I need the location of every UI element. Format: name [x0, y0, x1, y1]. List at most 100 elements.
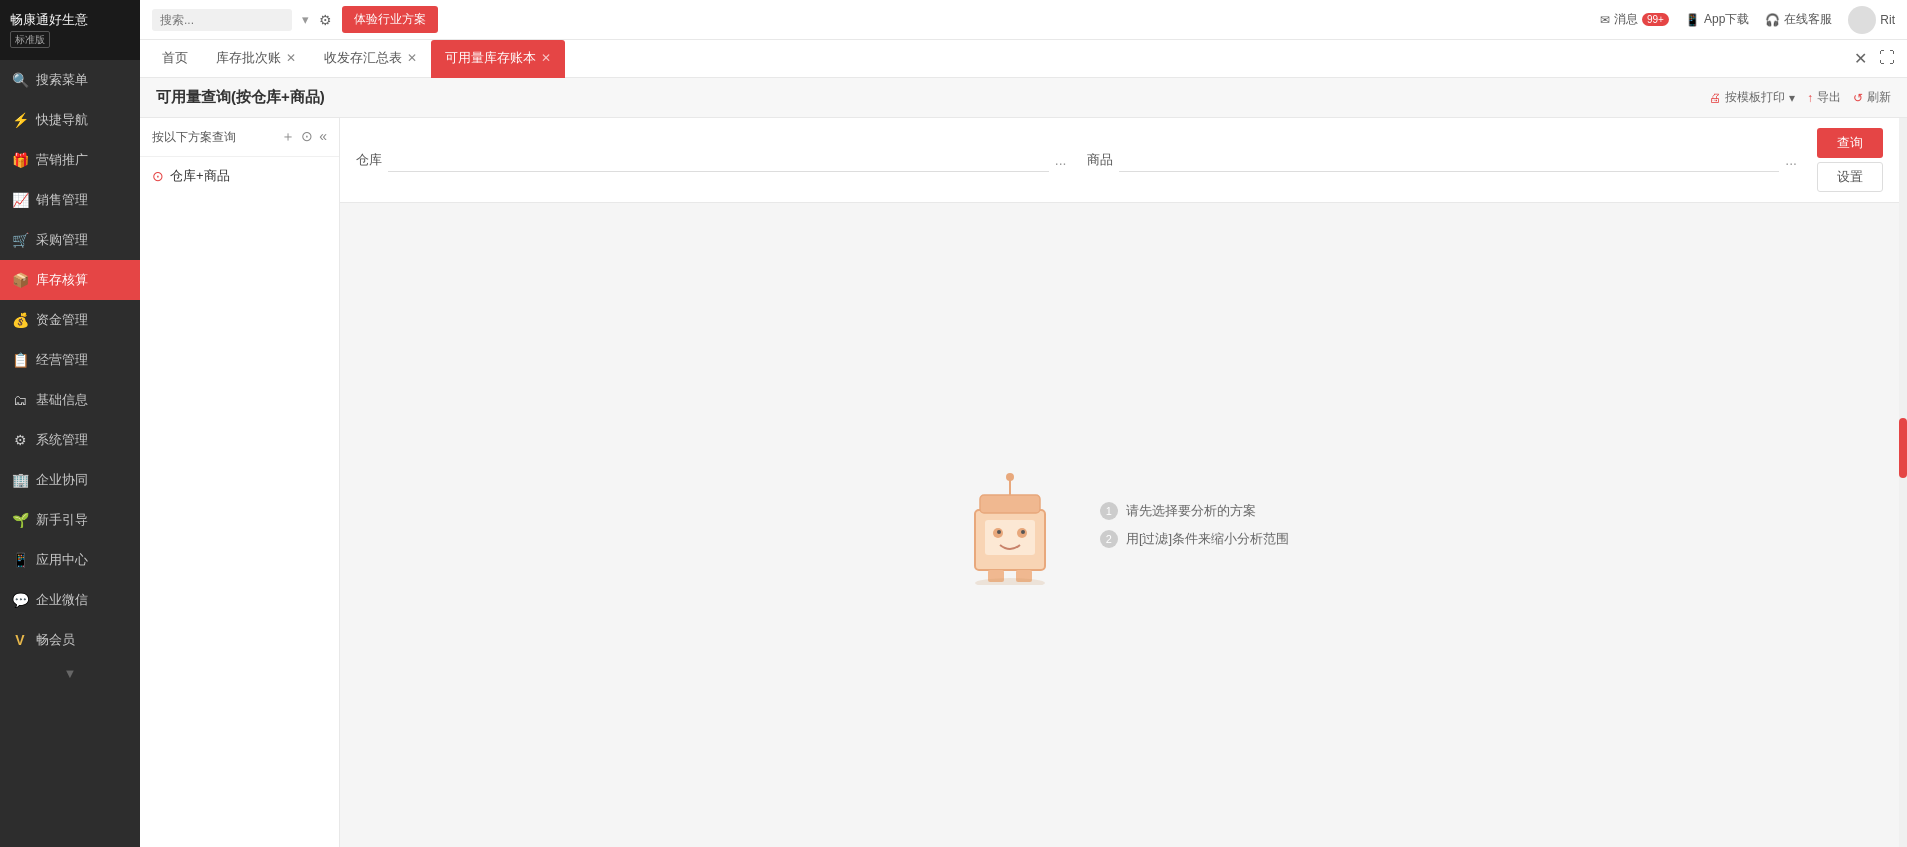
tab-close-icon[interactable]: ✕	[286, 52, 296, 64]
export-label: 导出	[1817, 89, 1841, 106]
sidebar-item-label: 销售管理	[36, 191, 88, 209]
svg-point-5	[1021, 530, 1025, 534]
app-download-item[interactable]: 📱 App下载	[1685, 11, 1749, 28]
sidebar-item-sales[interactable]: 📈 销售管理	[0, 180, 140, 220]
sidebar-item-label: 搜索菜单	[36, 71, 88, 89]
avatar	[1848, 6, 1876, 34]
sidebar-item-system[interactable]: ⚙ 系统管理	[0, 420, 140, 460]
sidebar-item-inventory[interactable]: 📦 库存核算	[0, 260, 140, 300]
app-name: 畅康通好生意	[10, 12, 130, 29]
svg-point-4	[997, 530, 1001, 534]
warehouse-input[interactable]	[388, 149, 1049, 172]
online-service-item[interactable]: 🎧 在线客服	[1765, 11, 1832, 28]
sidebar-item-enterprise[interactable]: 🏢 企业协同	[0, 460, 140, 500]
trial-button[interactable]: 体验行业方案	[342, 6, 438, 33]
tab-batch-account[interactable]: 库存批次账 ✕	[202, 40, 310, 78]
refresh-button[interactable]: ↺ 刷新	[1853, 89, 1891, 106]
empty-illustration	[950, 465, 1070, 585]
sidebar-item-finance[interactable]: 💰 资金管理	[0, 300, 140, 340]
tip-number-1: 1	[1100, 502, 1118, 520]
export-button[interactable]: ↑ 导出	[1807, 89, 1841, 106]
product-input[interactable]	[1119, 149, 1780, 172]
sidebar-item-member[interactable]: V 畅会员	[0, 620, 140, 660]
sidebar-item-newbie[interactable]: 🌱 新手引导	[0, 500, 140, 540]
export-icon: ↑	[1807, 91, 1813, 105]
chevron-down-icon[interactable]: ▾	[302, 12, 309, 27]
filter-item-label: 仓库+商品	[170, 167, 230, 185]
gift-icon: 🎁	[12, 152, 28, 168]
chevron-down-icon: ▾	[1789, 91, 1795, 105]
right-scrollbar[interactable]	[1899, 118, 1907, 847]
message-icon: ✉	[1600, 13, 1610, 27]
warehouse-more-btn[interactable]: ...	[1055, 152, 1067, 168]
sidebar-item-label: 经营管理	[36, 351, 88, 369]
svg-point-8	[1006, 473, 1014, 481]
gear-icon: ⚙	[12, 432, 28, 448]
sidebar-item-label: 库存核算	[36, 271, 88, 289]
message-item[interactable]: ✉ 消息 99+	[1600, 11, 1669, 28]
add-filter-icon[interactable]: ＋	[281, 128, 295, 146]
cart-icon: 🛒	[12, 232, 28, 248]
product-field: 商品 ...	[1087, 149, 1798, 172]
sidebar-item-label: 采购管理	[36, 231, 88, 249]
product-more-btn[interactable]: ...	[1785, 152, 1797, 168]
tab-label: 可用量库存账本	[445, 49, 536, 67]
sidebar-item-search[interactable]: 🔍 搜索菜单	[0, 60, 140, 100]
folder-icon: 🗂	[12, 392, 28, 408]
sidebar-item-label: 营销推广	[36, 151, 88, 169]
app-version: 标准版	[10, 31, 50, 48]
tab-close-icon[interactable]: ✕	[407, 52, 417, 64]
settings-icon[interactable]: ⚙	[319, 12, 332, 28]
filter-panel: 按以下方案查询 ＋ ⊙ « ⊙ 仓库+商品	[140, 118, 340, 847]
tab-available-ledger[interactable]: 可用量库存账本 ✕	[431, 40, 565, 78]
tabs-bar: 首页 库存批次账 ✕ 收发存汇总表 ✕ 可用量库存账本 ✕ ✕ ⛶	[140, 40, 1907, 78]
sidebar-item-label: 畅会员	[36, 631, 75, 649]
app-download-label: App下载	[1704, 11, 1749, 28]
tab-label: 首页	[162, 49, 188, 67]
message-label: 消息	[1614, 11, 1638, 28]
filter-scheme-icon: ⊙	[152, 168, 164, 184]
warehouse-label: 仓库	[356, 151, 382, 169]
phone-icon: 📱	[1685, 13, 1700, 27]
expand-icon[interactable]: ⛶	[1875, 49, 1899, 68]
tab-home[interactable]: 首页	[148, 40, 202, 78]
tip-number-2: 2	[1100, 530, 1118, 548]
sidebar-item-basic[interactable]: 🗂 基础信息	[0, 380, 140, 420]
user-avatar-item[interactable]: Rit	[1848, 6, 1895, 34]
page-header: 可用量查询(按仓库+商品) 🖨 按模板打印 ▾ ↑ 导出 ↺ 刷新	[140, 78, 1907, 118]
list-icon: 📋	[12, 352, 28, 368]
collapse-filter-icon[interactable]: «	[319, 128, 327, 146]
filter-item-warehouse-product[interactable]: ⊙ 仓库+商品	[140, 157, 339, 195]
filter-panel-title: 按以下方案查询	[152, 129, 236, 146]
print-template-button[interactable]: 🖨 按模板打印 ▾	[1709, 89, 1795, 106]
sidebar-item-shortcut[interactable]: ⚡ 快捷导航	[0, 100, 140, 140]
query-area: 仓库 ... 商品 ... 查询 设置	[340, 118, 1899, 847]
sidebar: 畅康通好生意 标准版 🔍 搜索菜单 ⚡ 快捷导航 🎁 营销推广 📈 销售管理 🛒…	[0, 0, 140, 847]
tab-close-icon[interactable]: ✕	[541, 52, 551, 64]
topbar-search-input[interactable]	[152, 9, 292, 31]
scrollbar-thumb[interactable]	[1899, 418, 1907, 478]
sidebar-item-apps[interactable]: 📱 应用中心	[0, 540, 140, 580]
svg-rect-6	[980, 495, 1040, 513]
tab-receipt-summary[interactable]: 收发存汇总表 ✕	[310, 40, 431, 78]
main-content: ▾ ⚙ 体验行业方案 ✉ 消息 99+ 📱 App下载 🎧 在线客服 Rit	[140, 0, 1907, 847]
vip-icon: V	[12, 632, 28, 648]
sidebar-item-purchase[interactable]: 🛒 采购管理	[0, 220, 140, 260]
shortcut-icon: ⚡	[12, 112, 28, 128]
sidebar-item-wechat[interactable]: 💬 企业微信	[0, 580, 140, 620]
tip-text-1: 请先选择要分析的方案	[1126, 502, 1256, 520]
sidebar-header: 畅康通好生意 标准版	[0, 0, 140, 60]
query-button[interactable]: 查询	[1817, 128, 1883, 158]
headset-icon: 🎧	[1765, 13, 1780, 27]
sidebar-scroll-down[interactable]: ▼	[0, 660, 140, 687]
filter-settings-button[interactable]: 设置	[1817, 162, 1883, 192]
tab-label: 收发存汇总表	[324, 49, 402, 67]
search-icon: 🔍	[12, 72, 28, 88]
message-badge: 99+	[1642, 13, 1669, 26]
sidebar-item-marketing[interactable]: 🎁 营销推广	[0, 140, 140, 180]
page-title: 可用量查询(按仓库+商品)	[156, 88, 325, 107]
close-tab-icon[interactable]: ✕	[1850, 49, 1871, 68]
sidebar-item-operations[interactable]: 📋 经营管理	[0, 340, 140, 380]
tab-label: 库存批次账	[216, 49, 281, 67]
settings-filter-icon[interactable]: ⊙	[301, 128, 313, 146]
